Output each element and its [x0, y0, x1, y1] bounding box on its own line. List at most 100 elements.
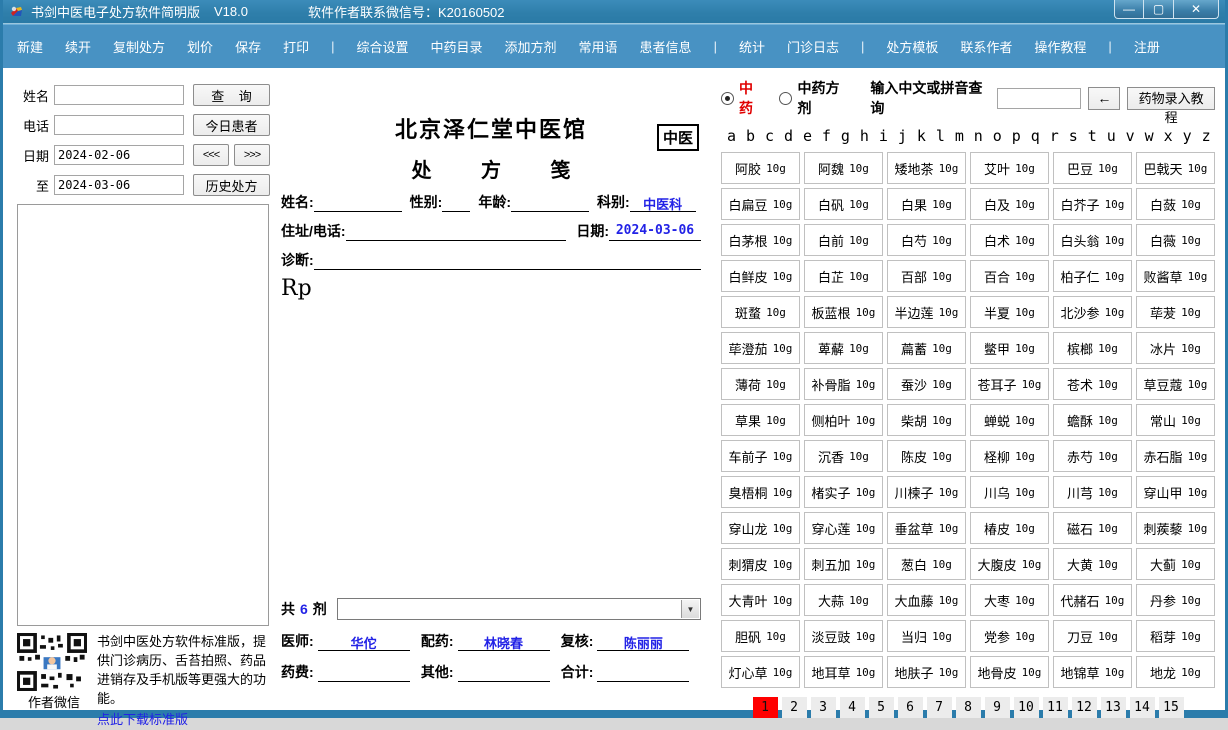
rx-name-value[interactable] — [313, 195, 402, 212]
herb-button[interactable]: 白鲜皮 10g — [721, 260, 800, 292]
next-period-button[interactable]: >>> — [234, 144, 270, 166]
page-button-12[interactable]: 12 — [1071, 697, 1097, 718]
herb-button[interactable]: 车前子 10g — [721, 440, 800, 472]
alphabet-letter-l[interactable]: l — [936, 127, 945, 145]
menu-item-新建[interactable]: 新建 — [17, 37, 43, 56]
herb-button[interactable]: 地龙 10g — [1136, 656, 1215, 688]
herb-button[interactable]: 磁石 10g — [1053, 512, 1132, 544]
query-button[interactable]: 查 询 — [193, 84, 270, 106]
herb-button[interactable]: 蟾酥 10g — [1053, 404, 1132, 436]
alphabet-letter-c[interactable]: c — [765, 127, 774, 145]
page-button-4[interactable]: 4 — [839, 697, 865, 718]
entry-tutorial-button[interactable]: 药物录入教程 — [1127, 86, 1215, 125]
herb-button[interactable]: 川芎 10g — [1053, 476, 1132, 508]
rx-date-value[interactable]: 2024-03-06 — [609, 223, 701, 241]
herb-button[interactable]: 刺猬皮 10g — [721, 548, 800, 580]
page-button-2[interactable]: 2 — [781, 697, 807, 718]
herb-button[interactable]: 大血藤 10g — [887, 584, 966, 616]
minimize-icon[interactable]: — — [1114, 0, 1144, 19]
menu-item-添加方剂[interactable]: 添加方剂 — [505, 37, 557, 56]
alphabet-letter-e[interactable]: e — [803, 127, 812, 145]
herb-button[interactable]: 地骨皮 10g — [970, 656, 1049, 688]
herb-button[interactable]: 萹蓄 10g — [887, 332, 966, 364]
page-button-7[interactable]: 7 — [926, 697, 952, 718]
alphabet-letter-u[interactable]: u — [1107, 127, 1116, 145]
herb-search-input[interactable] — [997, 87, 1082, 109]
herb-button[interactable]: 败酱草 10g — [1136, 260, 1215, 292]
herb-button[interactable]: 灯心草 10g — [721, 656, 800, 688]
herb-button[interactable]: 白扁豆 10g — [721, 188, 800, 220]
herb-button[interactable]: 大腹皮 10g — [970, 548, 1049, 580]
herb-button[interactable]: 半边莲 10g — [887, 296, 966, 328]
menu-item-患者信息[interactable]: 患者信息 — [640, 37, 692, 56]
herb-button[interactable]: 白芍 10g — [887, 224, 966, 256]
herb-button[interactable]: 巴戟天 10g — [1136, 152, 1215, 184]
menu-item-续开[interactable]: 续开 — [65, 37, 91, 56]
alphabet-letter-r[interactable]: r — [1050, 127, 1059, 145]
herb-button[interactable]: 巴豆 10g — [1053, 152, 1132, 184]
herb-button[interactable]: 槟榔 10g — [1053, 332, 1132, 364]
name-input[interactable] — [54, 85, 184, 105]
alphabet-letter-d[interactable]: d — [784, 127, 793, 145]
page-button-8[interactable]: 8 — [955, 697, 981, 718]
alphabet-letter-j[interactable]: j — [898, 127, 907, 145]
alphabet-letter-q[interactable]: q — [1031, 127, 1040, 145]
alphabet-letter-m[interactable]: m — [955, 127, 964, 145]
herb-button[interactable]: 党参 10g — [970, 620, 1049, 652]
herb-button[interactable]: 川乌 10g — [970, 476, 1049, 508]
herb-button[interactable]: 补骨脂 10g — [804, 368, 883, 400]
alphabet-letter-x[interactable]: x — [1164, 127, 1173, 145]
page-button-1[interactable]: 1 — [752, 697, 778, 718]
page-button-10[interactable]: 10 — [1013, 697, 1039, 718]
herb-button[interactable]: 白薇 10g — [1136, 224, 1215, 256]
herb-button[interactable]: 赤石脂 10g — [1136, 440, 1215, 472]
herb-button[interactable]: 半夏 10g — [970, 296, 1049, 328]
dose-count-value[interactable]: 6 — [300, 601, 308, 617]
herb-button[interactable]: 葱白 10g — [887, 548, 966, 580]
herb-button[interactable]: 白芷 10g — [804, 260, 883, 292]
herb-button[interactable]: 穿心莲 10g — [804, 512, 883, 544]
date-to-input[interactable] — [54, 175, 184, 195]
rx-age-value[interactable] — [511, 195, 590, 212]
herb-button[interactable]: 柴胡 10g — [887, 404, 966, 436]
herb-button[interactable]: 板蓝根 10g — [804, 296, 883, 328]
usage-combobox[interactable]: ▼ — [336, 598, 701, 620]
menu-item-统计[interactable]: 统计 — [739, 37, 765, 56]
rx-address-value[interactable] — [345, 224, 567, 241]
herb-button[interactable]: 川楝子 10g — [887, 476, 966, 508]
herb-button[interactable]: 阿魏 10g — [804, 152, 883, 184]
page-button-15[interactable]: 15 — [1158, 697, 1184, 718]
herb-button[interactable]: 楮实子 10g — [804, 476, 883, 508]
page-button-13[interactable]: 13 — [1100, 697, 1126, 718]
alphabet-letter-w[interactable]: w — [1145, 127, 1154, 145]
close-icon[interactable]: ✕ — [1174, 0, 1219, 19]
herb-button[interactable]: 阿胶 10g — [721, 152, 800, 184]
prescription-body[interactable] — [281, 301, 701, 598]
menu-item-操作教程[interactable]: 操作教程 — [1034, 37, 1086, 56]
menu-item-中药目录[interactable]: 中药目录 — [431, 37, 483, 56]
herb-button[interactable]: 大枣 10g — [970, 584, 1049, 616]
herb-button[interactable]: 侧柏叶 10g — [804, 404, 883, 436]
herb-button[interactable]: 垂盆草 10g — [887, 512, 966, 544]
rx-dept-value[interactable]: 中医科 — [629, 194, 696, 212]
herb-button[interactable]: 白术 10g — [970, 224, 1049, 256]
herb-button[interactable]: 刺五加 10g — [804, 548, 883, 580]
herb-button[interactable]: 白前 10g — [804, 224, 883, 256]
herb-button[interactable]: 冰片 10g — [1136, 332, 1215, 364]
herb-button[interactable]: 草果 10g — [721, 404, 800, 436]
herb-button[interactable]: 白果 10g — [887, 188, 966, 220]
today-patients-button[interactable]: 今日患者 — [193, 114, 270, 136]
menu-item-联系作者[interactable]: 联系作者 — [960, 37, 1012, 56]
alphabet-letter-k[interactable]: k — [917, 127, 926, 145]
alphabet-letter-f[interactable]: f — [822, 127, 831, 145]
herb-button[interactable]: 苍耳子 10g — [970, 368, 1049, 400]
history-prescriptions-button[interactable]: 历史处方 — [193, 174, 270, 196]
alphabet-letter-z[interactable]: z — [1202, 127, 1211, 145]
prev-period-button[interactable]: <<< — [193, 144, 229, 166]
reviewer-value[interactable]: 陈丽丽 — [597, 633, 690, 651]
herb-button[interactable]: 丹参 10g — [1136, 584, 1215, 616]
herb-button[interactable]: 赤芍 10g — [1053, 440, 1132, 472]
herb-button[interactable]: 穿山甲 10g — [1136, 476, 1215, 508]
herb-button[interactable]: 椿皮 10g — [970, 512, 1049, 544]
alphabet-letter-g[interactable]: g — [841, 127, 850, 145]
